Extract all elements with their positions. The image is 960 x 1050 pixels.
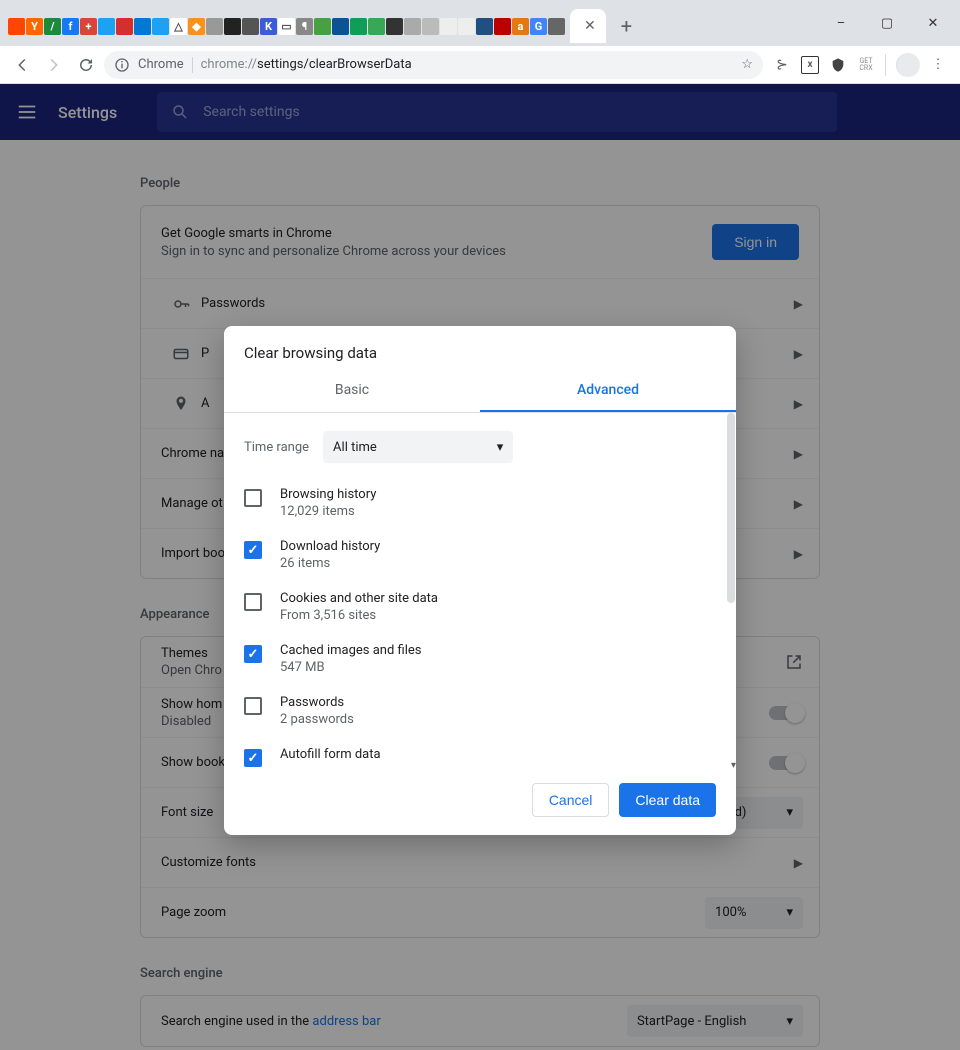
background-tab[interactable]	[8, 18, 25, 35]
background-tab[interactable]: △	[170, 18, 187, 35]
nav-reload-button[interactable]	[72, 51, 100, 79]
background-tab[interactable]	[206, 18, 223, 35]
background-tab[interactable]	[368, 18, 385, 35]
background-tab[interactable]	[422, 18, 439, 35]
background-tab[interactable]: ▭	[278, 18, 295, 35]
background-tab[interactable]: a	[512, 18, 529, 35]
item-title: Browsing history	[280, 487, 376, 502]
extension-icon[interactable]: GET CRX	[857, 56, 875, 74]
background-tab[interactable]	[116, 18, 133, 35]
background-tab[interactable]	[332, 18, 349, 35]
extension-icon[interactable]: x	[801, 56, 819, 74]
clear-browsing-data-dialog: Clear browsing data Basic Advanced Time …	[224, 326, 736, 835]
window-close-button[interactable]: ✕	[910, 8, 956, 38]
extension-icon[interactable]	[829, 56, 847, 74]
checkbox[interactable]	[244, 593, 262, 611]
background-tab[interactable]: f	[62, 18, 79, 35]
site-info-icon[interactable]	[114, 57, 130, 73]
background-tab[interactable]	[152, 18, 169, 35]
extension-icons: ⊱ x GET CRX	[767, 56, 881, 74]
background-tab[interactable]	[458, 18, 475, 35]
time-range-label: Time range	[244, 440, 309, 455]
dialog-actions: Cancel Clear data	[224, 767, 736, 835]
scrollbar-down-arrow-icon[interactable]: ▾	[731, 760, 736, 771]
background-tab[interactable]	[494, 18, 511, 35]
item-subtitle: 2 passwords	[280, 712, 354, 727]
dialog-scrollbar-thumb[interactable]	[727, 413, 735, 603]
item-subtitle: 12,029 items	[280, 504, 376, 519]
new-tab-button[interactable]: +	[607, 14, 646, 38]
checkbox[interactable]	[244, 749, 262, 767]
item-title: Cookies and other site data	[280, 591, 438, 606]
item-subtitle: 26 items	[280, 556, 380, 571]
item-title: Passwords	[280, 695, 354, 710]
clear-data-item[interactable]: Cookies and other site data From 3,516 si…	[244, 581, 728, 633]
background-tab[interactable]	[386, 18, 403, 35]
dialog-scrollbar-track[interactable]: ▾	[726, 413, 736, 767]
checkbox[interactable]	[244, 489, 262, 507]
chevron-down-icon: ▾	[497, 440, 504, 455]
extension-icon[interactable]: ⊱	[773, 56, 791, 74]
background-tab[interactable]	[476, 18, 493, 35]
background-tab[interactable]: /	[44, 18, 61, 35]
clear-data-item[interactable]: Passwords 2 passwords	[244, 685, 728, 737]
background-tab[interactable]: K	[260, 18, 277, 35]
nav-forward-button[interactable]	[40, 51, 68, 79]
clear-data-item[interactable]: Download history 26 items	[244, 529, 728, 581]
chrome-menu-button[interactable]: ⋮	[924, 51, 952, 79]
background-tab[interactable]	[404, 18, 421, 35]
background-tab[interactable]: G	[530, 18, 547, 35]
omnibox[interactable]: Chrome chrome://settings/clearBrowserDat…	[104, 51, 763, 79]
background-tab[interactable]	[224, 18, 241, 35]
clear-data-button[interactable]: Clear data	[619, 783, 716, 817]
checkbox[interactable]	[244, 541, 262, 559]
background-tab[interactable]	[548, 18, 565, 35]
dialog-body: Time range All time ▾ Browsing history 12…	[224, 413, 736, 767]
window-maximize-button[interactable]: ▢	[864, 8, 910, 38]
item-subtitle: From 3,516 sites	[280, 608, 438, 623]
checkbox[interactable]	[244, 645, 262, 663]
item-subtitle: 547 MB	[280, 660, 421, 675]
nav-back-button[interactable]	[8, 51, 36, 79]
browser-toolbar: Chrome chrome://settings/clearBrowserDat…	[0, 46, 960, 84]
background-tab[interactable]: ◆	[188, 18, 205, 35]
background-tab[interactable]	[440, 18, 457, 35]
checkbox[interactable]	[244, 697, 262, 715]
background-tab[interactable]: Y	[26, 18, 43, 35]
window-controls: – ▢ ✕	[818, 14, 956, 38]
bookmark-star-icon[interactable]: ☆	[741, 57, 753, 72]
item-title: Download history	[280, 539, 380, 554]
dialog-tabs: Basic Advanced	[224, 370, 736, 413]
tab-basic[interactable]: Basic	[224, 370, 480, 412]
active-tab[interactable]: ✕	[570, 9, 606, 43]
omnibox-chip: Chrome	[138, 57, 184, 72]
window-titlebar: Y/f+△◆K▭¶aG✕+ – ▢ ✕	[0, 0, 960, 46]
background-tab[interactable]	[350, 18, 367, 35]
background-tab[interactable]	[98, 18, 115, 35]
omnibox-url: chrome://settings/clearBrowserData	[201, 57, 412, 72]
dialog-title: Clear browsing data	[224, 326, 736, 370]
background-tab[interactable]	[242, 18, 259, 35]
clear-data-item[interactable]: Browsing history 12,029 items	[244, 477, 728, 529]
time-range-select[interactable]: All time ▾	[323, 431, 513, 463]
background-tab[interactable]: ¶	[296, 18, 313, 35]
clear-data-item[interactable]: Autofill form data	[244, 737, 728, 767]
omnibox-separator	[192, 57, 193, 73]
background-tab[interactable]	[134, 18, 151, 35]
window-minimize-button[interactable]: –	[818, 8, 864, 38]
background-tab[interactable]: +	[80, 18, 97, 35]
browser-tab-strip: Y/f+△◆K▭¶aG✕+	[8, 9, 818, 43]
tab-advanced[interactable]: Advanced	[480, 370, 736, 412]
clear-data-item[interactable]: Cached images and files 547 MB	[244, 633, 728, 685]
background-tab[interactable]	[314, 18, 331, 35]
item-title: Autofill form data	[280, 747, 381, 762]
cancel-button[interactable]: Cancel	[532, 783, 610, 817]
profile-avatar[interactable]	[896, 53, 920, 77]
item-title: Cached images and files	[280, 643, 421, 658]
tab-close-icon[interactable]: ✕	[580, 16, 600, 36]
